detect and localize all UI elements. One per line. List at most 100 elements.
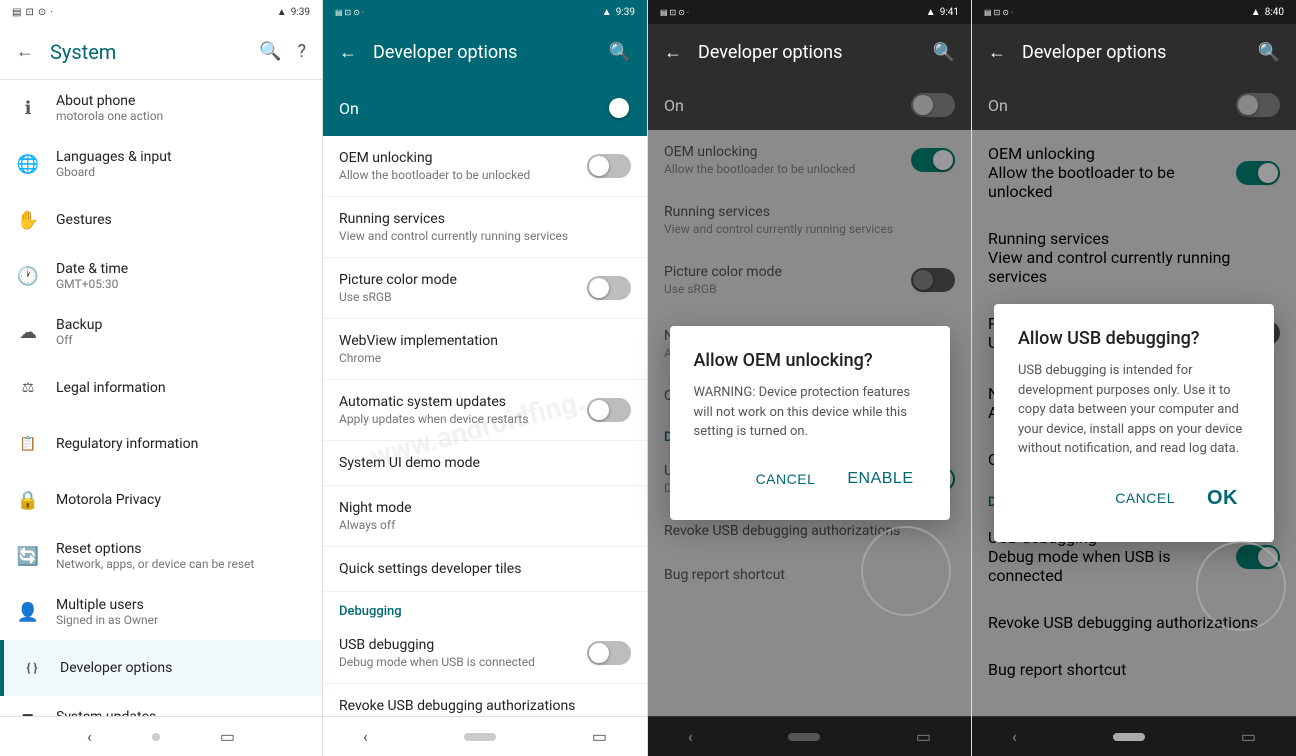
- help-icon[interactable]: ?: [297, 41, 306, 62]
- sidebar-item-legal[interactable]: ⚖ Legal information: [0, 360, 322, 416]
- notif-4: ▤ ⊡ ⊙ ·: [984, 8, 1013, 17]
- setting-revoke-usb[interactable]: Revoke USB debugging authorizations: [323, 684, 647, 716]
- notification-icon4: ·: [50, 7, 53, 18]
- search-icon[interactable]: 🔍: [259, 41, 281, 62]
- on-label-2: On: [339, 99, 359, 118]
- notif-3: ▤ ⊡ ⊙ ·: [660, 8, 689, 17]
- about-icon: ℹ: [16, 96, 40, 120]
- debugging-section-label: Debugging: [323, 592, 647, 623]
- panel-system-settings: ▤ ⊡ ⊙ · ▲ 9:39 ← System 🔍 ? ℹ About phon…: [0, 0, 323, 756]
- sidebar-item-multiuser[interactable]: 👤 Multiple users Signed in as Owner: [0, 584, 322, 640]
- sidebar-item-languages[interactable]: 🌐 Languages & input Gboard: [0, 136, 322, 192]
- panel-developer-options: ▤ ⊡ ⊙ · ▲ 9:39 ← Developer options 🔍 On …: [323, 0, 648, 756]
- oem-dialog-title: Allow OEM unlocking?: [694, 350, 926, 371]
- sidebar-item-motorola[interactable]: 🔒 Motorola Privacy: [0, 472, 322, 528]
- bottom-nav-4: ‹ ▭: [972, 716, 1296, 756]
- dev-toggle-4[interactable]: [1236, 93, 1280, 117]
- usb-dialog: Allow USB debugging? USB debugging is in…: [994, 304, 1274, 542]
- setting-uidemo[interactable]: System UI demo mode: [323, 441, 647, 486]
- search-icon-4[interactable]: 🔍: [1258, 42, 1280, 63]
- usb-dialog-overlay: Allow USB debugging? USB debugging is in…: [972, 130, 1296, 716]
- bottom-nav-2: ‹ ▭: [323, 716, 647, 756]
- status-icons-left: ▤ ⊡ ⊙ ·: [12, 7, 53, 18]
- recents-nav-2[interactable]: ▭: [592, 727, 607, 746]
- home-nav-2[interactable]: [464, 733, 496, 741]
- dev-options-title: Developer options: [373, 42, 593, 63]
- time-4: 8:40: [1265, 7, 1284, 18]
- home-nav-dot[interactable]: [152, 733, 160, 741]
- gestures-icon: ✋: [16, 208, 40, 232]
- oem-enable-button[interactable]: Enable: [835, 462, 925, 496]
- home-nav-3[interactable]: [788, 733, 820, 741]
- status-icons-left-4: ▤ ⊡ ⊙ ·: [984, 8, 1013, 17]
- color-toggle[interactable]: [587, 276, 631, 300]
- notification-icon: ▤: [12, 7, 21, 18]
- status-icons-left-3: ▤ ⊡ ⊙ ·: [660, 8, 689, 17]
- sidebar-item-regulatory[interactable]: 📋 Regulatory information: [0, 416, 322, 472]
- about-sublabel: motorola one action: [56, 109, 163, 123]
- oem-toggle[interactable]: [587, 154, 631, 178]
- back-nav-3[interactable]: ‹: [688, 727, 693, 746]
- sidebar-item-about[interactable]: ℹ About phone motorola one action: [0, 80, 322, 136]
- oem-cancel-button[interactable]: Cancel: [744, 462, 828, 496]
- status-bar-3: ▤ ⊡ ⊙ · ▲ 9:41: [648, 0, 971, 24]
- sidebar-item-gestures[interactable]: ✋ Gestures: [0, 192, 322, 248]
- dev-options-toggle[interactable]: [587, 96, 631, 120]
- setting-auto-update[interactable]: Automatic system updates Apply updates w…: [323, 380, 647, 441]
- on-row-4: On: [972, 80, 1296, 130]
- sidebar-item-reset[interactable]: 🔄 Reset options Network, apps, or device…: [0, 528, 322, 584]
- back-icon-2[interactable]: ←: [339, 42, 357, 63]
- status-bar-4: ▤ ⊡ ⊙ · ▲ 8:40: [972, 0, 1296, 24]
- wifi-4: ▲: [1251, 7, 1261, 18]
- usb-cancel-button[interactable]: Cancel: [1103, 479, 1187, 518]
- setting-quick-tiles[interactable]: Quick settings developer tiles: [323, 547, 647, 592]
- recents-nav-4[interactable]: ▭: [1241, 727, 1256, 746]
- status-bar-1: ▤ ⊡ ⊙ · ▲ 9:39: [0, 0, 322, 24]
- autoupdate-toggle[interactable]: [587, 398, 631, 422]
- back-nav-4[interactable]: ‹: [1012, 727, 1017, 746]
- usb-dialog-title: Allow USB debugging?: [1018, 328, 1250, 349]
- dev-options-content-4: OEM unlocking Allow the bootloader to be…: [972, 130, 1296, 716]
- about-label: About phone: [56, 93, 163, 109]
- setting-webview[interactable]: WebView implementation Chrome: [323, 319, 647, 380]
- sidebar-item-backup[interactable]: ☁ Backup Off: [0, 304, 322, 360]
- wifi-icon-2: ▲: [602, 7, 612, 18]
- enable-circle-highlight: [861, 526, 951, 616]
- recents-nav-icon[interactable]: ▭: [220, 727, 235, 746]
- dev-toggle-3[interactable]: [911, 93, 955, 117]
- oem-dialog-overlay: Allow OEM unlocking? WARNING: Device pro…: [648, 130, 971, 716]
- dev-options-content-3: OEM unlocking Allow the bootloader to be…: [648, 130, 971, 716]
- home-nav-4[interactable]: [1113, 733, 1145, 741]
- time-2: 9:39: [616, 7, 635, 18]
- oem-dialog-actions: Cancel Enable: [694, 462, 926, 496]
- back-icon[interactable]: ←: [16, 41, 34, 62]
- system-menu-list: ℹ About phone motorola one action 🌐 Lang…: [0, 80, 322, 716]
- back-icon-4[interactable]: ←: [988, 42, 1006, 63]
- notification-icon3: ⊙: [38, 7, 46, 18]
- regulatory-icon: 📋: [16, 432, 40, 456]
- sidebar-item-datetime[interactable]: 🕐 Date & time GMT+05:30: [0, 248, 322, 304]
- setting-night-mode[interactable]: Night mode Always off: [323, 486, 647, 547]
- usb-debug-toggle[interactable]: [587, 641, 631, 665]
- about-text: About phone motorola one action: [56, 93, 163, 123]
- setting-running-services[interactable]: Running services View and control curren…: [323, 197, 647, 258]
- multiuser-icon: 👤: [16, 600, 40, 624]
- search-icon-3[interactable]: 🔍: [933, 42, 955, 63]
- backup-icon: ☁: [16, 320, 40, 344]
- sidebar-item-sysupdates[interactable]: 📱 System updates Updated to Android 9: [0, 696, 322, 716]
- setting-oem-unlocking[interactable]: OEM unlocking Allow the bootloader to be…: [323, 136, 647, 197]
- on-label-3: On: [664, 96, 684, 115]
- dev-options-title-3: Developer options: [698, 42, 917, 63]
- setting-usb-debug[interactable]: USB debugging Debug mode when USB is con…: [323, 623, 647, 684]
- legal-icon: ⚖: [16, 376, 40, 400]
- languages-icon: 🌐: [16, 152, 40, 176]
- recents-nav-3[interactable]: ▭: [916, 727, 931, 746]
- back-nav-2[interactable]: ‹: [363, 727, 368, 746]
- back-nav-icon[interactable]: ‹: [87, 727, 92, 746]
- search-icon-2[interactable]: 🔍: [609, 42, 631, 63]
- sidebar-item-developer[interactable]: { } Developer options: [0, 640, 322, 696]
- dev-options-content: www.androidfing... OEM unlocking Allow t…: [323, 136, 647, 716]
- back-icon-3[interactable]: ←: [664, 42, 682, 63]
- usb-ok-button[interactable]: OK: [1195, 479, 1250, 518]
- setting-picture-color[interactable]: Picture color mode Use sRGB: [323, 258, 647, 319]
